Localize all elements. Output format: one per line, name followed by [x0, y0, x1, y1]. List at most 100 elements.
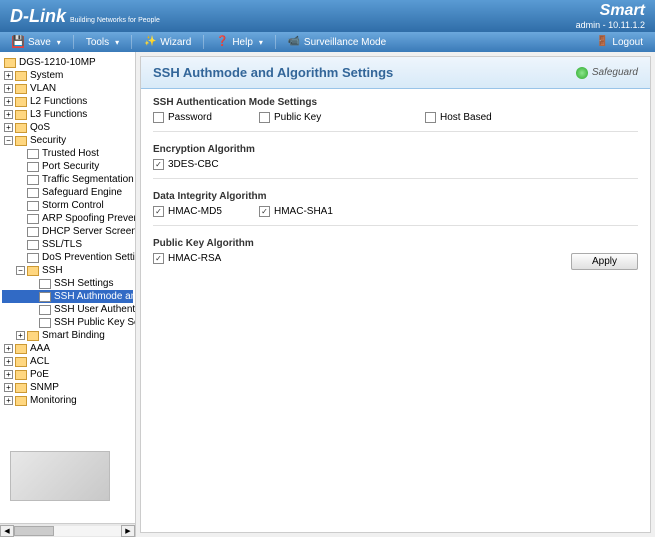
tree-snmp[interactable]: +SNMP: [2, 381, 133, 394]
des-cbc-label: 3DES-CBC: [168, 159, 219, 170]
wizard-button[interactable]: ✨ Wizard: [140, 34, 195, 50]
public-key-label: Public Key: [274, 112, 321, 123]
tree-ssl-tls[interactable]: SSL/TLS: [2, 238, 133, 251]
host-based-checkbox[interactable]: [425, 112, 436, 123]
expand-icon[interactable]: +: [4, 370, 13, 379]
folder-icon: [15, 84, 27, 94]
integrity-section: Data Integrity Algorithm HMAC-MD5 HMAC-S…: [153, 191, 638, 226]
horizontal-scrollbar[interactable]: ◀ ▶: [0, 523, 135, 537]
content-panel: SSH Authmode and Algorithm Settings Safe…: [140, 56, 651, 533]
expand-icon[interactable]: +: [4, 396, 13, 405]
logo-subtitle: Building Networks for People: [70, 17, 160, 24]
folder-icon: [15, 97, 27, 107]
tree-l2[interactable]: +L2 Functions: [2, 95, 133, 108]
collapse-icon[interactable]: −: [16, 266, 25, 275]
tree-ssh[interactable]: −SSH: [2, 264, 133, 277]
logout-button[interactable]: 🚪 Logout: [592, 34, 647, 50]
nav-tree: DGS-1210-10MP +System +VLAN +L2 Function…: [0, 52, 135, 442]
chevron-down-icon: ▾: [259, 38, 263, 47]
tree-root[interactable]: DGS-1210-10MP: [2, 56, 133, 69]
tree-aaa[interactable]: +AAA: [2, 342, 133, 355]
expand-icon[interactable]: +: [4, 110, 13, 119]
doc-icon: [27, 214, 39, 224]
tools-menu[interactable]: Tools ▾: [82, 35, 123, 50]
safeguard-icon: [576, 67, 588, 79]
des-cbc-checkbox[interactable]: [153, 159, 164, 170]
tree-vlan[interactable]: +VLAN: [2, 82, 133, 95]
help-menu[interactable]: ❓ Help ▾: [212, 34, 267, 50]
expand-icon[interactable]: +: [4, 84, 13, 93]
tree-trusted-host[interactable]: Trusted Host: [2, 147, 133, 160]
separator: [73, 35, 74, 49]
tree-l3[interactable]: +L3 Functions: [2, 108, 133, 121]
tree-ssh-settings[interactable]: SSH Settings: [2, 277, 133, 290]
tree-traffic-seg[interactable]: Traffic Segmentation: [2, 173, 133, 186]
tree-ssh-user-auth[interactable]: SSH User Authentication Lists: [2, 303, 133, 316]
doc-icon: [27, 175, 39, 185]
wizard-icon: ✨: [144, 36, 156, 48]
tree-safeguard-engine[interactable]: Safeguard Engine: [2, 186, 133, 199]
chevron-down-icon: ▾: [115, 38, 119, 47]
tree-ssh-authmode[interactable]: SSH Authmode and Algorithm: [2, 290, 133, 303]
expand-icon[interactable]: +: [4, 357, 13, 366]
integrity-title: Data Integrity Algorithm: [153, 191, 638, 202]
logo-text: D-Link: [10, 6, 66, 27]
hmac-md5-checkbox[interactable]: [153, 206, 164, 217]
logo: D-Link Building Networks for People: [10, 6, 160, 27]
doc-icon: [27, 227, 39, 237]
device-image: [10, 451, 110, 501]
expand-icon[interactable]: +: [4, 383, 13, 392]
hmac-rsa-checkbox[interactable]: [153, 253, 164, 264]
tree-storm-control[interactable]: Storm Control: [2, 199, 133, 212]
hmac-sha1-checkbox[interactable]: [259, 206, 270, 217]
tree-dos-prev[interactable]: DoS Prevention Settings: [2, 251, 133, 264]
tree-system[interactable]: +System: [2, 69, 133, 82]
separator: [275, 35, 276, 49]
separator: [131, 35, 132, 49]
des-cbc-checkbox-item: 3DES-CBC: [153, 159, 253, 170]
save-icon: 💾: [12, 36, 24, 48]
tree-smart-binding[interactable]: +Smart Binding: [2, 329, 133, 342]
tree-acl[interactable]: +ACL: [2, 355, 133, 368]
expand-icon[interactable]: +: [4, 344, 13, 353]
password-checkbox[interactable]: [153, 112, 164, 123]
tree-arp-spoof[interactable]: ARP Spoofing Prevention: [2, 212, 133, 225]
tree-poe[interactable]: +PoE: [2, 368, 133, 381]
tree-qos[interactable]: +QoS: [2, 121, 133, 134]
hmac-sha1-label: HMAC-SHA1: [274, 206, 333, 217]
surveillance-button[interactable]: 📹 Surveillance Mode: [284, 34, 390, 50]
tree-port-security[interactable]: Port Security: [2, 160, 133, 173]
expand-icon[interactable]: +: [16, 331, 25, 340]
doc-icon: [27, 253, 39, 263]
expand-icon[interactable]: +: [4, 97, 13, 106]
safeguard-badge: Safeguard: [576, 67, 638, 79]
collapse-icon[interactable]: −: [4, 136, 13, 145]
scroll-track[interactable]: [14, 526, 121, 536]
doc-icon: [27, 149, 39, 159]
scroll-right-button[interactable]: ▶: [121, 525, 135, 537]
folder-icon: [27, 331, 39, 341]
folder-icon: [4, 58, 16, 68]
tree-ssh-public-key[interactable]: SSH Public Key Settings: [2, 316, 133, 329]
tree-dhcp-screen[interactable]: DHCP Server Screening: [2, 225, 133, 238]
expand-icon[interactable]: +: [4, 123, 13, 132]
folder-icon: [15, 136, 27, 146]
hmac-md5-checkbox-item: HMAC-MD5: [153, 206, 253, 217]
doc-icon: [39, 292, 51, 302]
folder-icon: [15, 110, 27, 120]
tree-monitoring[interactable]: +Monitoring: [2, 394, 133, 407]
logout-icon: 🚪: [596, 36, 608, 48]
apply-button[interactable]: Apply: [571, 253, 638, 270]
save-menu[interactable]: 💾 Save ▾: [8, 34, 65, 50]
scroll-thumb[interactable]: [14, 526, 54, 536]
expand-icon[interactable]: +: [4, 71, 13, 80]
separator: [203, 35, 204, 49]
public-key-checkbox[interactable]: [259, 112, 270, 123]
doc-icon: [27, 201, 39, 211]
host-based-label: Host Based: [440, 112, 492, 123]
scroll-left-button[interactable]: ◀: [0, 525, 14, 537]
sidebar: DGS-1210-10MP +System +VLAN +L2 Function…: [0, 52, 136, 537]
tree-security[interactable]: −Security: [2, 134, 133, 147]
chevron-down-icon: ▾: [57, 38, 61, 47]
admin-info: admin - 10.11.1.2: [576, 20, 645, 30]
